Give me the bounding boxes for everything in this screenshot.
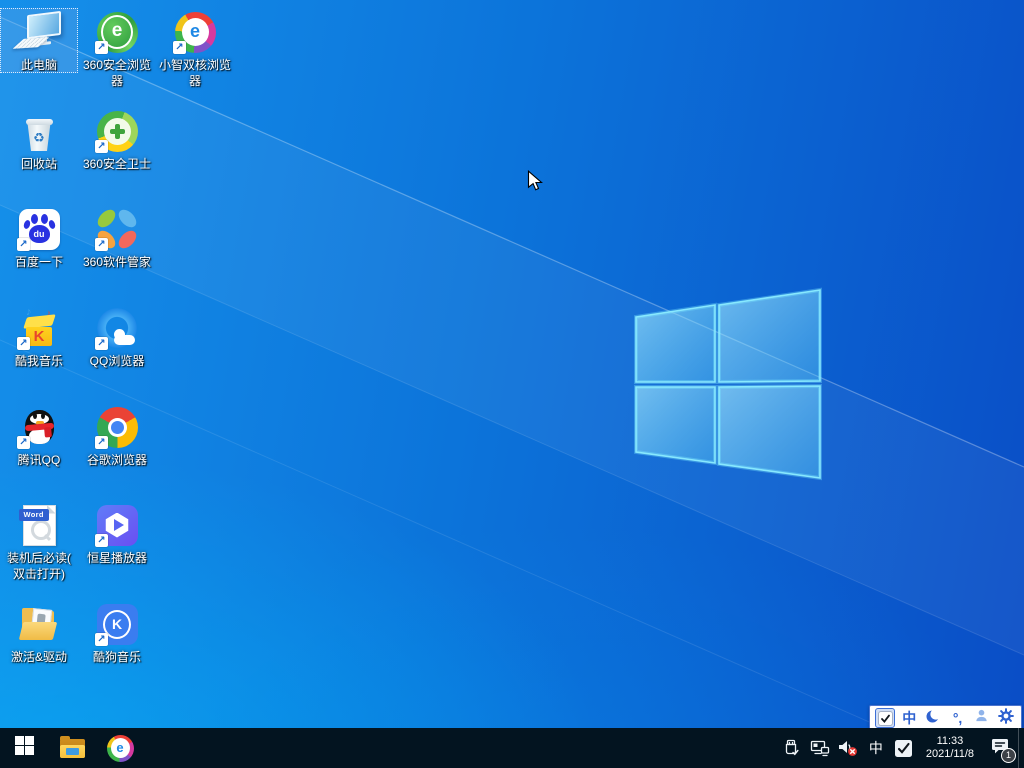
desktop-icon-360-security-guard[interactable]: ↗ 360安全卫士: [78, 107, 156, 172]
ime-fullwidth-moon-button[interactable]: [923, 708, 943, 728]
shortcut-arrow-badge: ↗: [95, 534, 108, 547]
qq-browser-icon: ↗: [95, 306, 139, 350]
moon-icon: [925, 708, 942, 729]
shortcut-arrow-badge: ↗: [95, 41, 108, 54]
ime-user-button[interactable]: [972, 708, 992, 728]
ime-chinese-mode-button[interactable]: 中: [899, 708, 919, 728]
desktop-icon-label: 360安全浏览器: [82, 58, 152, 88]
desktop-icon-xiaozhi-dual-core-browser[interactable]: e ↗ 小智双核浏览器: [156, 8, 234, 89]
kugou-music-icon: K ↗: [95, 602, 139, 646]
360-secure-browser-icon: e ↗: [95, 10, 139, 54]
shortcut-arrow-badge: ↗: [95, 238, 108, 251]
desktop-icon-this-pc[interactable]: 此电脑: [0, 8, 78, 73]
shortcut-arrow-badge: ↗: [17, 337, 30, 350]
usb-tray-icon[interactable]: [778, 728, 806, 768]
desktop-icon-kuwo-music[interactable]: ♪ ♪ K ↗ 酷我音乐: [0, 304, 78, 369]
shortcut-arrow-badge: ↗: [95, 633, 108, 646]
desktop-icon-google-chrome[interactable]: ↗ 谷歌浏览器: [78, 403, 156, 468]
desktop-icon-360-software-manager[interactable]: ↗ 360软件管家: [78, 205, 156, 270]
start-button[interactable]: [0, 728, 48, 768]
taskbar-browser-button[interactable]: e: [96, 728, 144, 768]
desktop-icon-baidu-search[interactable]: du ↗ 百度一下: [0, 205, 78, 270]
desktop-icon-label: 腾讯QQ: [17, 453, 61, 467]
desktop-icon-recycle-bin[interactable]: ♻ 回收站: [0, 107, 78, 172]
volume-muted-tray-icon[interactable]: [834, 728, 862, 768]
ime-punctuation-button[interactable]: °,: [948, 708, 968, 728]
windows-start-icon: [14, 736, 34, 760]
notification-count-badge: 1: [1001, 748, 1016, 763]
ime-tray-icon[interactable]: [890, 728, 918, 768]
360-security-guard-icon: ↗: [95, 109, 139, 153]
user-icon: [974, 708, 989, 728]
desktop-icon-tencent-qq[interactable]: ↗ 腾讯QQ: [0, 403, 78, 468]
tencent-qq-icon: ↗: [17, 405, 61, 449]
desktop-icon-label: 酷狗音乐: [92, 650, 141, 664]
taskbar-file-explorer-button[interactable]: [48, 728, 96, 768]
recycle-bin-icon: ♻: [17, 109, 61, 153]
desktop-icons: 此电脑 e ↗ 360安全浏览器 e ↗ 小智双核浏览器 ♻ 回收站 ↗ 360安全卫士 du ↗ 百度一…: [0, 0, 1024, 768]
browser-e-icon: e: [106, 734, 134, 762]
desktop-icon-label: 360安全卫士: [82, 157, 152, 171]
desktop-icon-label: 装机后必读(双击打开): [7, 551, 71, 581]
desktop-icon-label: QQ浏览器: [89, 354, 145, 368]
ime-settings-button[interactable]: [996, 707, 1016, 729]
desktop-icon-kugou-music[interactable]: K ↗ 酷狗音乐: [78, 600, 156, 665]
desktop-icon-label: 小智双核浏览器: [158, 58, 231, 88]
shortcut-arrow-badge: ↗: [95, 337, 108, 350]
desktop-icon-label: 酷我音乐: [14, 354, 63, 368]
desktop-icon-label: 激活&驱动: [10, 650, 67, 664]
360-software-manager-icon: ↗: [94, 206, 140, 252]
star-player-icon: ↗: [95, 503, 139, 547]
google-chrome-icon: ↗: [95, 405, 139, 449]
ime-language-indicator[interactable]: 中: [862, 728, 890, 768]
desktop-icon-label: 恒星播放器: [86, 551, 147, 565]
desktop-icon-label: 此电脑: [20, 58, 57, 72]
clock-date: 2021/11/8: [925, 748, 974, 760]
gear-icon: [998, 707, 1014, 729]
shortcut-arrow-badge: ↗: [17, 436, 30, 449]
shortcut-arrow-badge: ↗: [95, 140, 108, 153]
clock-time: 11:33: [936, 734, 964, 747]
xiaozhi-dual-core-browser-icon: e ↗: [173, 10, 217, 54]
kuwo-music-icon: ♪ ♪ K ↗: [17, 306, 61, 350]
activation-drivers-folder-icon: [17, 602, 61, 646]
desktop-icon-label: 百度一下: [14, 255, 63, 269]
desktop-icon-label: 谷歌浏览器: [86, 453, 147, 467]
this-pc-icon: [12, 10, 61, 54]
shortcut-arrow-badge: ↗: [17, 238, 30, 251]
ime-logo-button[interactable]: [875, 708, 895, 728]
file-explorer-icon: [59, 735, 85, 758]
desktop-icon-360-secure-browser[interactable]: e ↗ 360安全浏览器: [78, 8, 156, 89]
setup-readme-doc-icon: Word: [17, 503, 61, 547]
desktop-icon-star-player[interactable]: ↗ 恒星播放器: [78, 501, 156, 566]
system-tray: 中 11:33 2021/11/8 1: [778, 728, 1024, 768]
desktop-icon-qq-browser[interactable]: ↗ QQ浏览器: [78, 304, 156, 369]
desktop-icon-activation-drivers-folder[interactable]: 激活&驱动: [0, 600, 78, 665]
show-desktop-button[interactable]: [1018, 728, 1024, 768]
desktop-icon-setup-readme-doc[interactable]: Word 装机后必读(双击打开): [0, 501, 78, 582]
action-center-button[interactable]: 1: [982, 728, 1018, 768]
desktop[interactable]: 此电脑 e ↗ 360安全浏览器 e ↗ 小智双核浏览器 ♻ 回收站 ↗ 360安全卫士 du ↗ 百度一…: [0, 0, 1024, 768]
desktop-icon-label: 回收站: [20, 157, 57, 171]
taskbar: e 中 11:33 2021/11/8 1: [0, 728, 1024, 768]
shortcut-arrow-badge: ↗: [95, 436, 108, 449]
taskbar-clock[interactable]: 11:33 2021/11/8: [918, 735, 982, 762]
shortcut-arrow-badge: ↗: [173, 41, 186, 54]
baidu-search-icon: du ↗: [17, 207, 61, 251]
desktop-icon-label: 360软件管家: [82, 255, 152, 269]
ime-logo-icon: [878, 711, 892, 725]
network-tray-icon[interactable]: [806, 728, 834, 768]
